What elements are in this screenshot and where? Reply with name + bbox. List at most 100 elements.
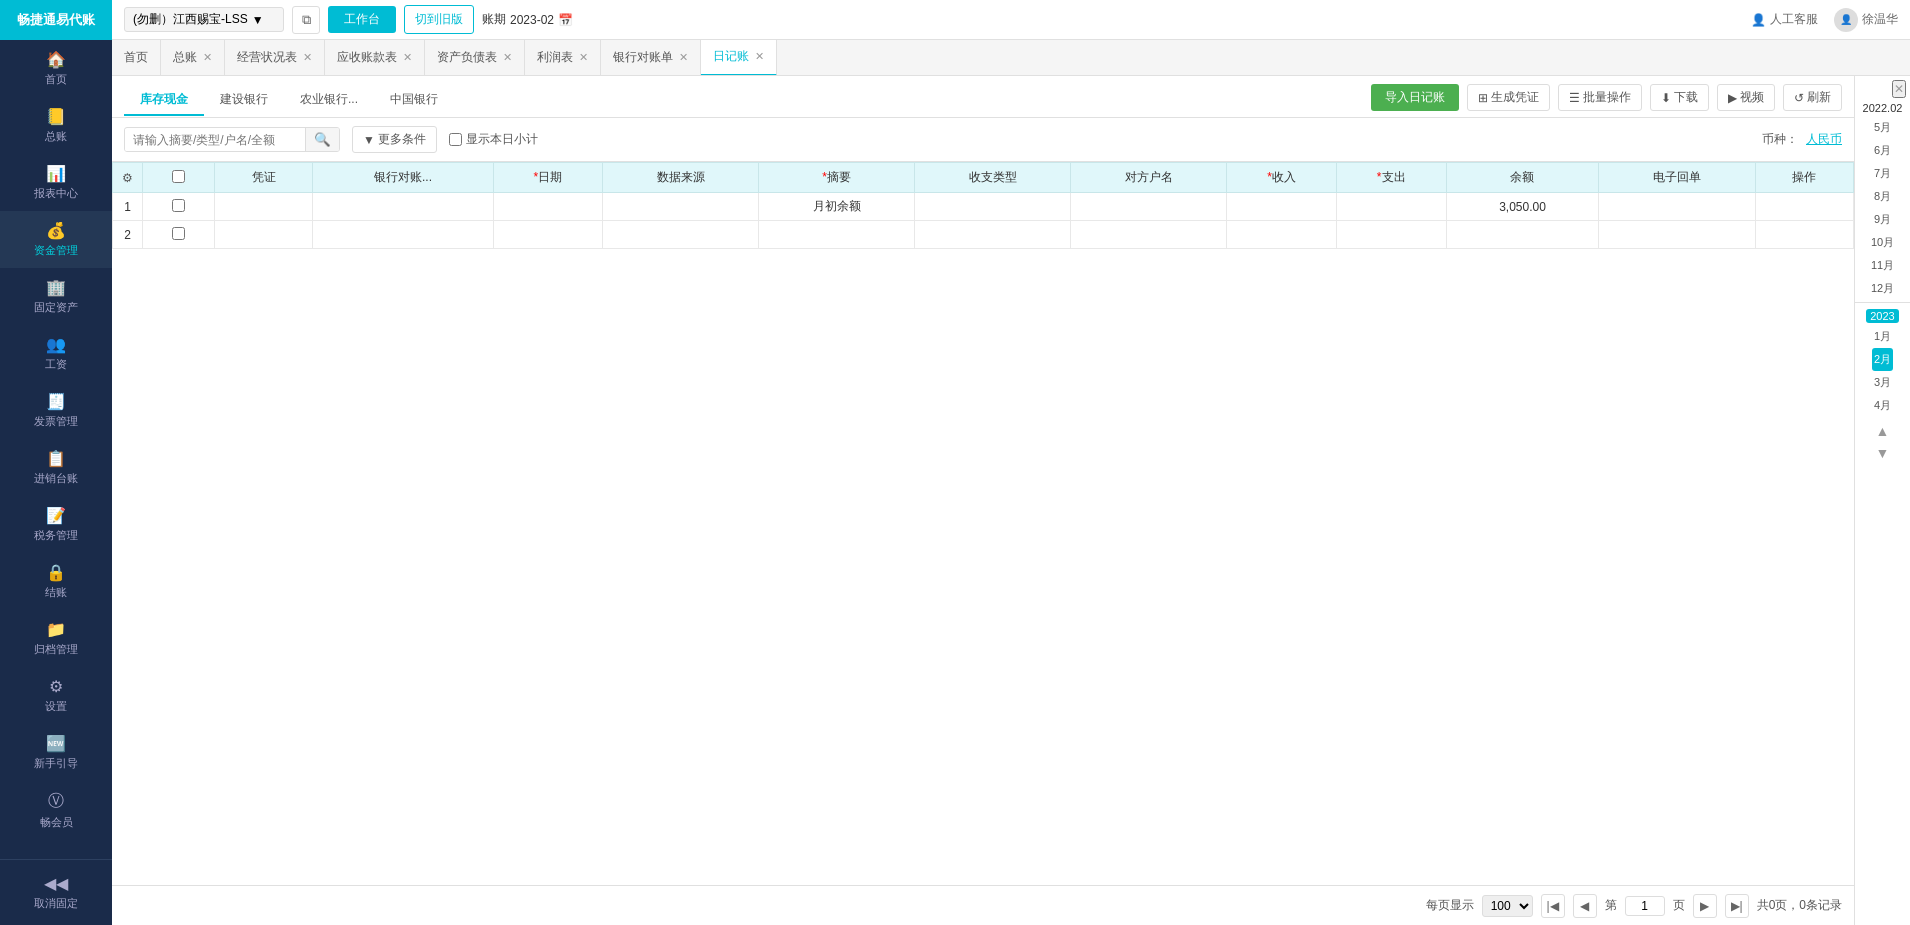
row-date-0[interactable] (493, 193, 603, 221)
cal-month-11月[interactable]: 11月 (1869, 254, 1896, 277)
generate-voucher-button[interactable]: ⊞ 生成凭证 (1467, 84, 1550, 111)
search-button[interactable]: 🔍 (305, 128, 339, 151)
reports-icon: 📊 (46, 164, 66, 183)
sales-icon: 📋 (46, 449, 66, 468)
batch-operation-button[interactable]: ☰ 批量操作 (1558, 84, 1642, 111)
first-page-button[interactable]: |◀ (1541, 894, 1565, 918)
video-button[interactable]: ▶ 视频 (1717, 84, 1775, 111)
cal-month-7月[interactable]: 7月 (1869, 162, 1896, 185)
tab-close-receivable[interactable]: ✕ (403, 51, 412, 64)
cal-month-8月[interactable]: 8月 (1869, 185, 1896, 208)
row-checkbox-1[interactable] (143, 221, 215, 249)
user-profile[interactable]: 👤 徐温华 (1834, 8, 1898, 32)
select-all-checkbox[interactable] (172, 170, 185, 183)
company-selector[interactable]: (勿删）江西赐宝-LSS ▼ (124, 7, 284, 32)
tab-bank[interactable]: 银行对账单 ✕ (601, 40, 701, 76)
table-row: 1 月初余额 3,050.00 (113, 193, 1854, 221)
tab-receivable[interactable]: 应收账款表 ✕ (325, 40, 425, 76)
old-version-button[interactable]: 切到旧版 (404, 5, 474, 34)
content-area: 库存现金建设银行农业银行...中国银行 导入日记账 ⊞ 生成凭证 ☰ 批量操作 … (112, 76, 1910, 925)
sidebar-item-archive[interactable]: 📁归档管理 (0, 610, 112, 667)
cal-month-2023-1月[interactable]: 1月 (1872, 325, 1893, 348)
copy-button[interactable]: ⧉ (292, 6, 320, 34)
sidebar-item-sales[interactable]: 📋进销台账 (0, 439, 112, 496)
sidebar-item-invoice[interactable]: 🧾发票管理 (0, 382, 112, 439)
row-expense-1[interactable] (1336, 221, 1446, 249)
home-icon: 🏠 (46, 50, 66, 69)
tab-assets[interactable]: 资产负债表 ✕ (425, 40, 525, 76)
row-expense-0[interactable] (1336, 193, 1446, 221)
more-filter-button[interactable]: ▼ 更多条件 (352, 126, 437, 153)
sidebar-item-settings[interactable]: ⚙设置 (0, 667, 112, 724)
row-income-1[interactable] (1227, 221, 1337, 249)
tab-journal[interactable]: 日记账 ✕ (701, 40, 777, 76)
sidebar-item-member[interactable]: Ⓥ畅会员 (0, 781, 112, 840)
customer-service[interactable]: 👤 人工客服 (1751, 11, 1818, 28)
cal-month-6月[interactable]: 6月 (1869, 139, 1896, 162)
tab-label-home: 首页 (124, 49, 148, 66)
row-operation-1[interactable] (1755, 221, 1854, 249)
subtab-abc[interactable]: 农业银行... (284, 85, 374, 116)
sidebar-unpin[interactable]: ◀◀ 取消固定 (0, 868, 112, 917)
download-button[interactable]: ⬇ 下载 (1650, 84, 1709, 111)
assets-icon: 🏢 (46, 278, 66, 297)
tab-business[interactable]: 经营状况表 ✕ (225, 40, 325, 76)
tab-close-journal[interactable]: ✕ (755, 50, 764, 63)
row-voucher-1 (215, 221, 313, 249)
search-input[interactable] (125, 129, 305, 151)
calendar-icon[interactable]: 📅 (558, 13, 573, 27)
summary-column-header: *摘要 (759, 163, 915, 193)
sidebar-item-reports[interactable]: 📊报表中心 (0, 154, 112, 211)
tab-close-ledger[interactable]: ✕ (203, 51, 212, 64)
sidebar-item-salary[interactable]: 👥工资 (0, 325, 112, 382)
row-checkbox-0[interactable] (143, 193, 215, 221)
tab-home[interactable]: 首页 (112, 40, 161, 76)
sidebar-item-close[interactable]: 🔒结账 (0, 553, 112, 610)
journal-table: ⚙ 凭证 银行对账... *日期 数据来源 *摘要 收支类型 对方户名 *收入 (112, 162, 1854, 249)
journal-content: 库存现金建设银行农业银行...中国银行 导入日记账 ⊞ 生成凭证 ☰ 批量操作 … (112, 76, 1854, 925)
subtab-cash[interactable]: 库存现金 (124, 85, 204, 116)
sidebar-item-tax[interactable]: 📝税务管理 (0, 496, 112, 553)
cal-month-2023-3月[interactable]: 3月 (1872, 371, 1893, 394)
subtab-ccb[interactable]: 建设银行 (204, 85, 284, 116)
cal-year-2023-group: 2023 (1855, 302, 1910, 325)
refresh-button[interactable]: ↺ 刷新 (1783, 84, 1842, 111)
sidebar-item-guide[interactable]: 🆕新手引导 (0, 724, 112, 781)
cal-month-2023-4月[interactable]: 4月 (1872, 394, 1893, 417)
row-operation-0[interactable] (1755, 193, 1854, 221)
tab-close-business[interactable]: ✕ (303, 51, 312, 64)
tab-close-bank[interactable]: ✕ (679, 51, 688, 64)
cal-month-9月[interactable]: 9月 (1869, 208, 1896, 231)
toolbar-right: 币种： 人民币 (1762, 131, 1842, 148)
page-input[interactable] (1625, 896, 1665, 916)
calendar-close-button[interactable]: ✕ (1892, 80, 1906, 98)
settings-column-header[interactable]: ⚙ (113, 163, 143, 193)
row-income-0[interactable] (1227, 193, 1337, 221)
last-page-button[interactable]: ▶| (1725, 894, 1749, 918)
tab-profit[interactable]: 利润表 ✕ (525, 40, 601, 76)
sidebar-item-home[interactable]: 🏠首页 (0, 40, 112, 97)
tab-close-profit[interactable]: ✕ (579, 51, 588, 64)
per-page-select[interactable]: 102050100 (1482, 895, 1533, 917)
cal-down-button[interactable]: ▼ (1874, 443, 1892, 463)
cal-month-12月[interactable]: 12月 (1869, 277, 1896, 300)
sidebar-item-assets[interactable]: 🏢固定资产 (0, 268, 112, 325)
sidebar-item-ledger[interactable]: 📒总账 (0, 97, 112, 154)
row-date-1[interactable] (493, 221, 603, 249)
show-today-checkbox-wrap[interactable]: 显示本日小计 (449, 131, 538, 148)
cal-month-2023-2月[interactable]: 2月 (1872, 348, 1893, 371)
subtab-boc[interactable]: 中国银行 (374, 85, 454, 116)
checkbox-column-header[interactable] (143, 163, 215, 193)
tab-ledger[interactable]: 总账 ✕ (161, 40, 225, 76)
cal-up-button[interactable]: ▲ (1874, 421, 1892, 441)
workbench-button[interactable]: 工作台 (328, 6, 396, 33)
tab-label-receivable: 应收账款表 (337, 49, 397, 66)
cal-month-5月[interactable]: 5月 (1869, 116, 1896, 139)
next-page-button[interactable]: ▶ (1693, 894, 1717, 918)
prev-page-button[interactable]: ◀ (1573, 894, 1597, 918)
sidebar-item-finance[interactable]: 💰资金管理 (0, 211, 112, 268)
cal-month-10月[interactable]: 10月 (1869, 231, 1896, 254)
tab-close-assets[interactable]: ✕ (503, 51, 512, 64)
import-journal-button[interactable]: 导入日记账 (1371, 84, 1459, 111)
show-today-checkbox[interactable] (449, 133, 462, 146)
